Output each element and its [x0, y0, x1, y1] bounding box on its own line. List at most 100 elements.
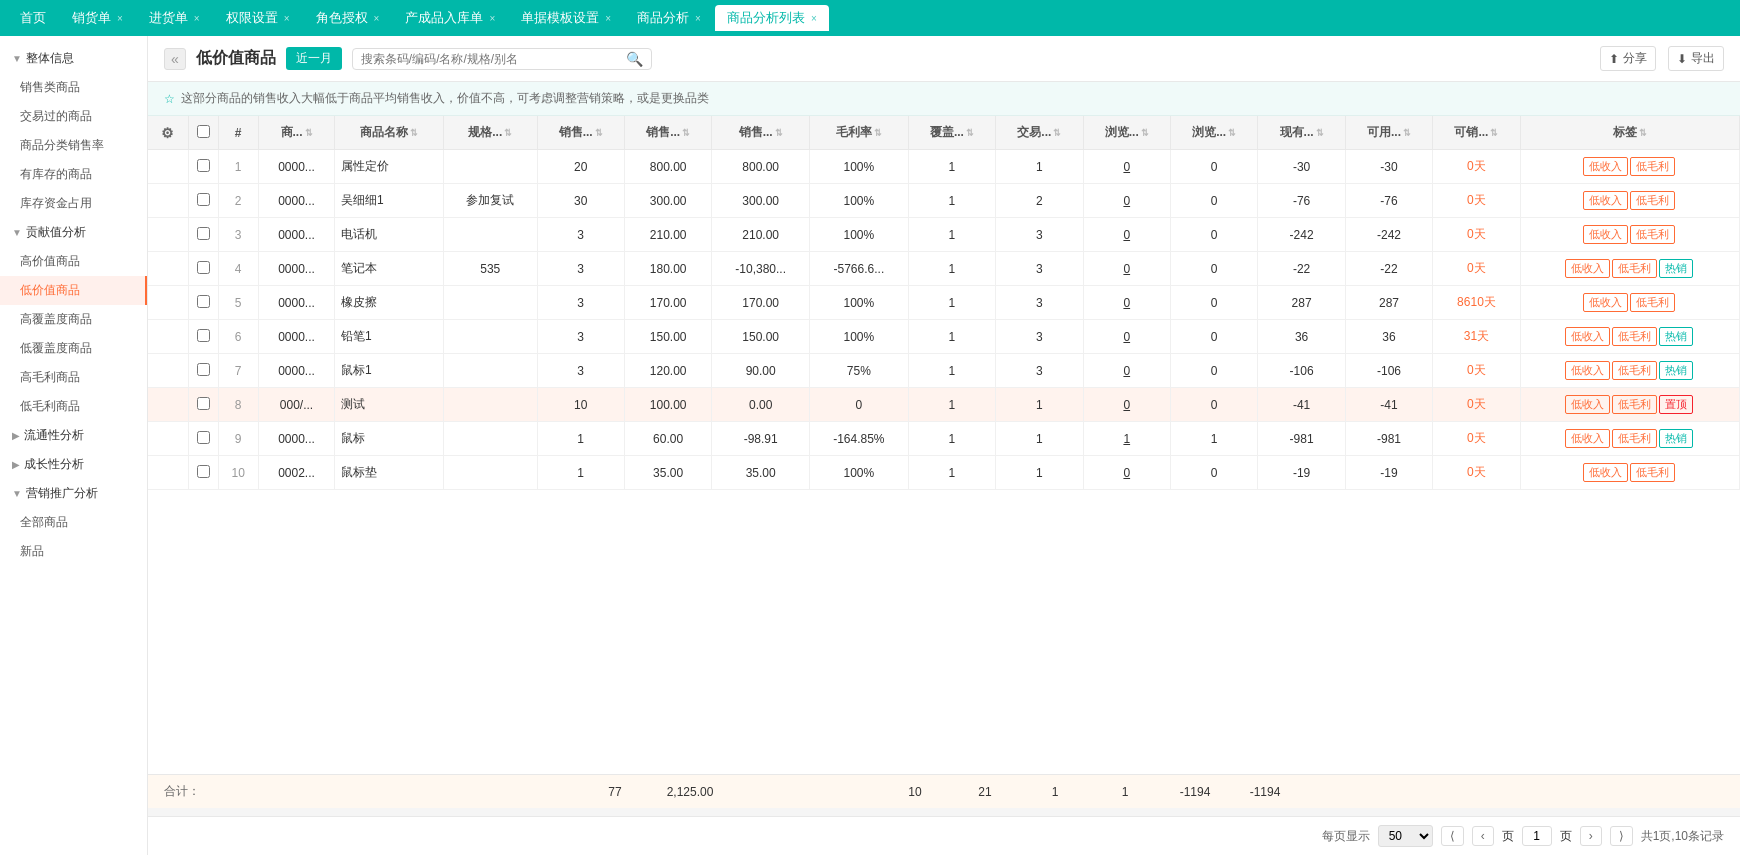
browse1-link[interactable]: 0: [1123, 160, 1130, 174]
share-button[interactable]: ⬆ 分享: [1600, 46, 1656, 71]
cell-checkbox[interactable]: [188, 218, 218, 252]
browse1-link[interactable]: 0: [1123, 194, 1130, 208]
browse1-link[interactable]: 0: [1123, 398, 1130, 412]
th-code[interactable]: 商...⇅: [258, 116, 334, 150]
horizontal-scrollbar[interactable]: [148, 808, 1740, 816]
nav-close-analysis[interactable]: ×: [695, 13, 701, 24]
sidebar-group-circulation[interactable]: ▶ 流通性分析: [0, 421, 147, 450]
sidebar-item-low-margin[interactable]: 低毛利商品: [0, 392, 147, 421]
nav-item-home[interactable]: 首页: [8, 5, 58, 31]
time-filter-button[interactable]: 近一月: [286, 47, 342, 70]
th-sellable[interactable]: 可销...⇅: [1433, 116, 1520, 150]
cell-checkbox[interactable]: [188, 354, 218, 388]
th-browse1[interactable]: 浏览...⇅: [1083, 116, 1170, 150]
th-tags[interactable]: 标签⇅: [1520, 116, 1739, 150]
cell-checkbox[interactable]: [188, 184, 218, 218]
nav-close-purchase[interactable]: ×: [194, 13, 200, 24]
row-checkbox[interactable]: [197, 159, 210, 172]
page-input[interactable]: [1522, 826, 1552, 846]
th-stock[interactable]: 现有...⇅: [1258, 116, 1345, 150]
th-available[interactable]: 可用...⇅: [1345, 116, 1432, 150]
sidebar-item-high-coverage[interactable]: 高覆盖度商品: [0, 305, 147, 334]
sidebar-item-capital-usage[interactable]: 库存资金占用: [0, 189, 147, 218]
prev-page-button[interactable]: ‹: [1472, 826, 1494, 846]
last-page-button[interactable]: ⟩: [1610, 826, 1633, 846]
sidebar-item-new-goods[interactable]: 新品: [0, 537, 147, 566]
sidebar-group-contribution[interactable]: ▼ 贡献值分析: [0, 218, 147, 247]
cell-browse1[interactable]: 0: [1083, 456, 1170, 490]
table-area[interactable]: ⚙ # 商...⇅ 商品名称⇅ 规格...⇅ 销售...⇅ 销售...⇅ 销售.…: [148, 116, 1740, 774]
cell-browse1[interactable]: 0: [1083, 150, 1170, 184]
search-icon[interactable]: 🔍: [626, 51, 643, 67]
row-checkbox[interactable]: [197, 329, 210, 342]
sidebar-item-category-rate[interactable]: 商品分类销售率: [0, 131, 147, 160]
browse1-link[interactable]: 0: [1123, 330, 1130, 344]
sidebar-group-growth[interactable]: ▶ 成长性分析: [0, 450, 147, 479]
row-checkbox[interactable]: [197, 261, 210, 274]
nav-close-analysis-list[interactable]: ×: [811, 13, 817, 24]
row-checkbox[interactable]: [197, 295, 210, 308]
search-input[interactable]: [361, 52, 622, 66]
row-checkbox[interactable]: [197, 465, 210, 478]
cell-browse1[interactable]: 0: [1083, 320, 1170, 354]
th-name[interactable]: 商品名称⇅: [335, 116, 444, 150]
sidebar-item-sales-goods[interactable]: 销售类商品: [0, 73, 147, 102]
row-checkbox[interactable]: [197, 431, 210, 444]
cell-browse1[interactable]: 0: [1083, 286, 1170, 320]
cell-checkbox[interactable]: [188, 422, 218, 456]
browse1-link[interactable]: 1: [1123, 432, 1130, 446]
next-page-button[interactable]: ›: [1580, 826, 1602, 846]
th-coverage[interactable]: 覆盖...⇅: [908, 116, 995, 150]
cell-browse1[interactable]: 0: [1083, 184, 1170, 218]
cell-checkbox[interactable]: [188, 320, 218, 354]
cell-checkbox[interactable]: [188, 286, 218, 320]
cell-checkbox[interactable]: [188, 150, 218, 184]
cell-browse1[interactable]: 0: [1083, 388, 1170, 422]
row-checkbox[interactable]: [197, 227, 210, 240]
sidebar-item-high-margin[interactable]: 高毛利商品: [0, 363, 147, 392]
browse1-link[interactable]: 0: [1123, 364, 1130, 378]
th-trade[interactable]: 交易...⇅: [996, 116, 1083, 150]
row-checkbox[interactable]: [197, 397, 210, 410]
nav-item-roles[interactable]: 角色授权 ×: [304, 5, 392, 31]
cell-checkbox[interactable]: [188, 252, 218, 286]
nav-close-template[interactable]: ×: [605, 13, 611, 24]
nav-item-sales[interactable]: 销货单 ×: [60, 5, 135, 31]
nav-close-permissions[interactable]: ×: [284, 13, 290, 24]
nav-item-purchase[interactable]: 进货单 ×: [137, 5, 212, 31]
row-checkbox[interactable]: [197, 193, 210, 206]
cell-browse1[interactable]: 0: [1083, 354, 1170, 388]
sidebar-item-traded-goods[interactable]: 交易过的商品: [0, 102, 147, 131]
th-settings[interactable]: ⚙: [148, 116, 188, 150]
sidebar-item-low-coverage[interactable]: 低覆盖度商品: [0, 334, 147, 363]
nav-item-inbound[interactable]: 产成品入库单 ×: [393, 5, 507, 31]
cell-browse1[interactable]: 0: [1083, 218, 1170, 252]
settings-icon[interactable]: ⚙: [161, 125, 174, 141]
nav-close-roles[interactable]: ×: [374, 13, 380, 24]
th-gross-rate[interactable]: 毛利率⇅: [810, 116, 909, 150]
sidebar-group-marketing[interactable]: ▼ 营销推广分析: [0, 479, 147, 508]
export-button[interactable]: ⬇ 导出: [1668, 46, 1724, 71]
nav-close-inbound[interactable]: ×: [489, 13, 495, 24]
cell-browse1[interactable]: 1: [1083, 422, 1170, 456]
nav-item-analysis[interactable]: 商品分析 ×: [625, 5, 713, 31]
browse1-link[interactable]: 0: [1123, 296, 1130, 310]
th-sales-qty[interactable]: 销售...⇅: [537, 116, 624, 150]
th-sales-cost[interactable]: 销售...⇅: [712, 116, 810, 150]
cell-checkbox[interactable]: [188, 456, 218, 490]
first-page-button[interactable]: ⟨: [1441, 826, 1464, 846]
sidebar-group-overall[interactable]: ▼ 整体信息: [0, 44, 147, 73]
sidebar-item-low-value[interactable]: 低价值商品: [0, 276, 147, 305]
cell-checkbox[interactable]: [188, 388, 218, 422]
th-checkbox[interactable]: [188, 116, 218, 150]
cell-browse1[interactable]: 0: [1083, 252, 1170, 286]
th-spec[interactable]: 规格...⇅: [443, 116, 537, 150]
collapse-button[interactable]: «: [164, 48, 186, 70]
select-all-checkbox[interactable]: [197, 125, 210, 138]
browse1-link[interactable]: 0: [1123, 466, 1130, 480]
nav-item-analysis-list[interactable]: 商品分析列表 ×: [715, 5, 829, 31]
browse1-link[interactable]: 0: [1123, 262, 1130, 276]
sidebar-item-all-goods[interactable]: 全部商品: [0, 508, 147, 537]
sidebar-item-stocked-goods[interactable]: 有库存的商品: [0, 160, 147, 189]
sidebar-item-high-value[interactable]: 高价值商品: [0, 247, 147, 276]
